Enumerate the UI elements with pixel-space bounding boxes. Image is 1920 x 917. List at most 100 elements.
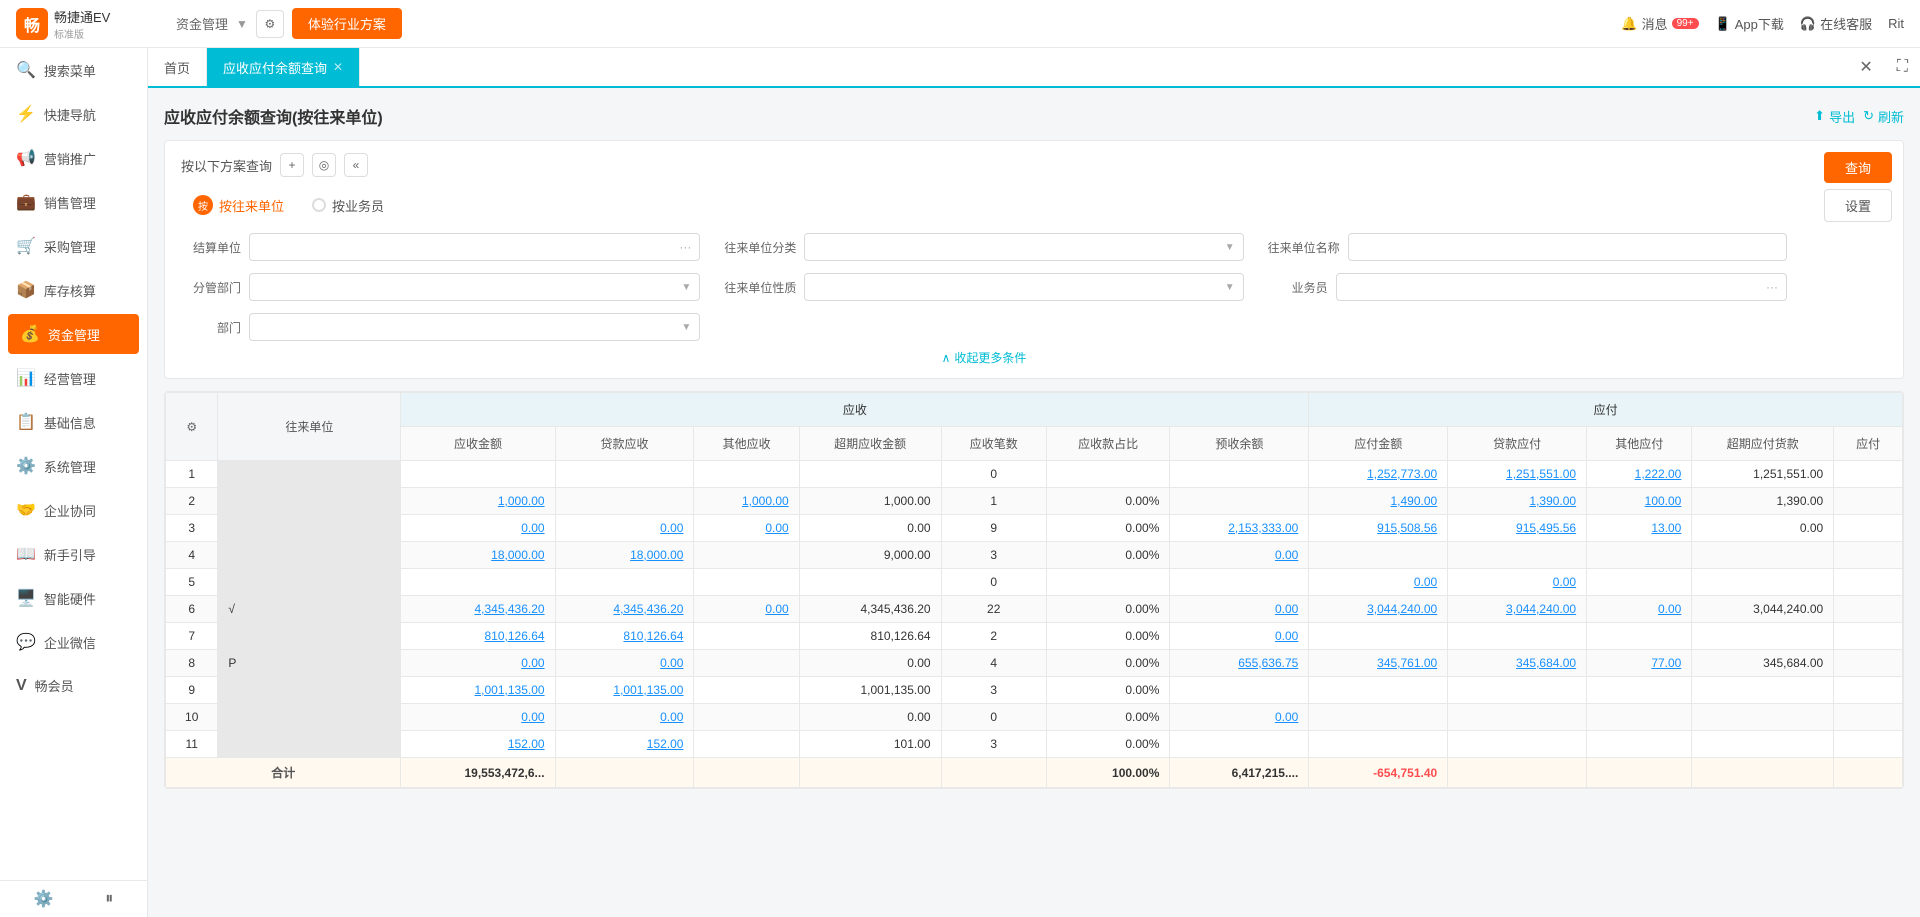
sidebar-item-finance[interactable]: 💰 资金管理 [8,314,139,354]
total-label: 合计 [166,758,401,788]
ellipsis-icon: ··· [679,240,691,254]
window-buttons: ✕ ⛶ [1847,48,1920,86]
row-ap-other [1587,677,1692,704]
total-ap-other [1587,758,1692,788]
scheme-by-unit[interactable]: 按 按往来单位 [181,189,296,221]
scheme-by-salesman[interactable]: 按业务员 [300,189,396,221]
hardware-icon: 🖥️ [16,588,36,608]
row-ar-amount: 18,000.00 [401,542,555,569]
solution-button[interactable]: 体验行业方案 [292,8,402,39]
row-ar-prepay: 2,153,333.00 [1170,515,1309,542]
row-ar-other [694,542,799,569]
sidebar-label-basic-info: 基础信息 [44,413,96,432]
row-ar-count: 0 [941,704,1046,731]
filter-unit-category-input[interactable]: ▼ [804,233,1243,261]
sidebar-item-marketing[interactable]: 📢 营销推广 [0,136,147,180]
row-ar-overdue: 4,345,436.20 [799,596,941,623]
th-ap-amount: 应付金额 [1309,427,1448,461]
row-ar-other [694,704,799,731]
dropdown-arrow-icon: ▼ [1225,242,1235,253]
logo-area: 畅 畅捷通EV 标准版 [16,7,164,41]
app-badge: 标准版 [54,26,110,41]
row-ar-ratio: 0.00% [1046,650,1170,677]
table-container: ⚙ 往来单位 应收 应付 应收金额 贷款应收 其他应收 超期应收金额 应收笔数 [164,391,1904,789]
table-row: 11 152.00 152.00 101.00 3 0.00% [166,731,1903,758]
tab-home[interactable]: 首页 [148,48,207,86]
sidebar-item-sales[interactable]: 💼 销售管理 [0,180,147,224]
row-ap-other [1587,623,1692,650]
filter-dept-input[interactable]: ▼ [249,273,700,301]
table-row: 4 18,000.00 18,000.00 9,000.00 3 0.00% 0… [166,542,1903,569]
row-ap-etc [1834,704,1903,731]
total-ar-loan [555,758,694,788]
row-ap-other [1587,704,1692,731]
scheme-collapse-btn[interactable]: « [344,153,368,177]
filter-division-input[interactable]: ▼ [249,313,700,341]
search-inner: 按以下方案查询 + ◎ « 按 按往来单位 [181,153,1887,366]
filter-division: 部门 ▼ [181,313,700,341]
row-ar-count: 3 [941,542,1046,569]
sidebar-item-shortcuts[interactable]: ⚡ 快捷导航 [0,92,147,136]
th-settings[interactable]: ⚙ [166,393,218,461]
row-ar-prepay: 0.00 [1170,704,1309,731]
row-ap-other [1587,569,1692,596]
sidebar-item-guide[interactable]: 📖 新手引导 [0,532,147,576]
row-ar-overdue: 1,000.00 [799,488,941,515]
page-content: 应收应付余额查询(按往来单位) ⬆ 导出 ↻ 刷新 [148,88,1920,917]
top-bar-mid: 资金管理 ▼ ⚙ 体验行业方案 [176,8,1609,39]
refresh-btn[interactable]: ↻ 刷新 [1863,107,1904,126]
add-scheme-btn[interactable]: + [280,153,304,177]
filter-settlement-input[interactable]: ··· [249,233,700,261]
sidebar-item-purchase[interactable]: 🛒 采购管理 [0,224,147,268]
settings-query-btn[interactable]: 设置 [1824,189,1892,222]
close-window-btn[interactable]: ✕ [1847,48,1884,86]
top-bar: 畅 畅捷通EV 标准版 资金管理 ▼ ⚙ 体验行业方案 🔔 消息 99+ 📱 A… [0,0,1920,48]
filter-unit-name-input[interactable] [1348,233,1787,261]
sidebar-label-purchase: 采购管理 [44,237,96,256]
sidebar-item-system[interactable]: ⚙️ 系统管理 [0,444,147,488]
sidebar-item-inventory[interactable]: 📦 库存核算 [0,268,147,312]
sidebar-item-collab[interactable]: 🤝 企业协同 [0,488,147,532]
user-name[interactable]: Rit [1888,16,1904,31]
sidebar-item-hardware[interactable]: 🖥️ 智能硬件 [0,576,147,620]
sidebar-item-vip[interactable]: V 畅会员 [0,664,147,707]
sidebar-bottom-settings-icon[interactable]: ⚙️ [34,889,54,909]
settings-gear-btn[interactable]: ⚙ [256,10,284,38]
row-ap-other: 100.00 [1587,488,1692,515]
row-unit: P [218,650,401,677]
sidebar-item-search[interactable]: 🔍 搜索菜单 [0,48,147,92]
row-num: 3 [166,515,218,542]
scheme-settings-btn[interactable]: ◎ [312,153,336,177]
row-ar-loan: 1,001,135.00 [555,677,694,704]
filter-unit-nature-input[interactable]: ▼ [804,273,1243,301]
sidebar-item-operations[interactable]: 📊 经营管理 [0,356,147,400]
filter-salesman-input[interactable]: ··· [1336,273,1787,301]
export-btn[interactable]: ⬆ 导出 [1814,107,1855,126]
row-num: 9 [166,677,218,704]
tab-ar-query[interactable]: 应收应付余额查询 ✕ [207,48,360,86]
row-ap-overdue [1692,623,1834,650]
app-download-btn[interactable]: 📱 App下载 [1715,14,1784,33]
row-ar-count: 3 [941,677,1046,704]
breadcrumb-dropdown-icon[interactable]: ▼ [236,17,248,31]
messages-btn[interactable]: 🔔 消息 99+ [1621,14,1698,33]
row-ar-overdue: 0.00 [799,650,941,677]
row-ar-count: 0 [941,461,1046,488]
sidebar-bottom-pause-icon[interactable]: ⏸ [105,890,113,908]
row-ap-loan [1448,623,1587,650]
table-row: 9 1,001,135.00 1,001,135.00 1,001,135.00… [166,677,1903,704]
table-row: 1 0 1,252,773.00 1,251,551.00 1,222.00 [166,461,1903,488]
tab-close-icon[interactable]: ✕ [333,60,343,74]
table-settings-icon[interactable]: ⚙ [186,420,197,434]
sidebar-item-basic-info[interactable]: 📋 基础信息 [0,400,147,444]
total-ar-ratio: 100.00% [1046,758,1170,788]
query-btn[interactable]: 查询 [1824,152,1892,183]
filter-grid: 结算单位 ··· 往来单位分类 ▼ [181,233,1787,341]
collapse-conditions-btn[interactable]: ∧ 收起更多条件 [942,349,1027,366]
row-ar-amount: 152.00 [401,731,555,758]
row-ar-count: 9 [941,515,1046,542]
maximize-window-btn[interactable]: ⛶ [1885,48,1920,86]
sidebar-item-wechat[interactable]: 💬 企业微信 [0,620,147,664]
online-service-btn[interactable]: 🎧 在线客服 [1800,14,1872,33]
sales-icon: 💼 [16,192,36,212]
